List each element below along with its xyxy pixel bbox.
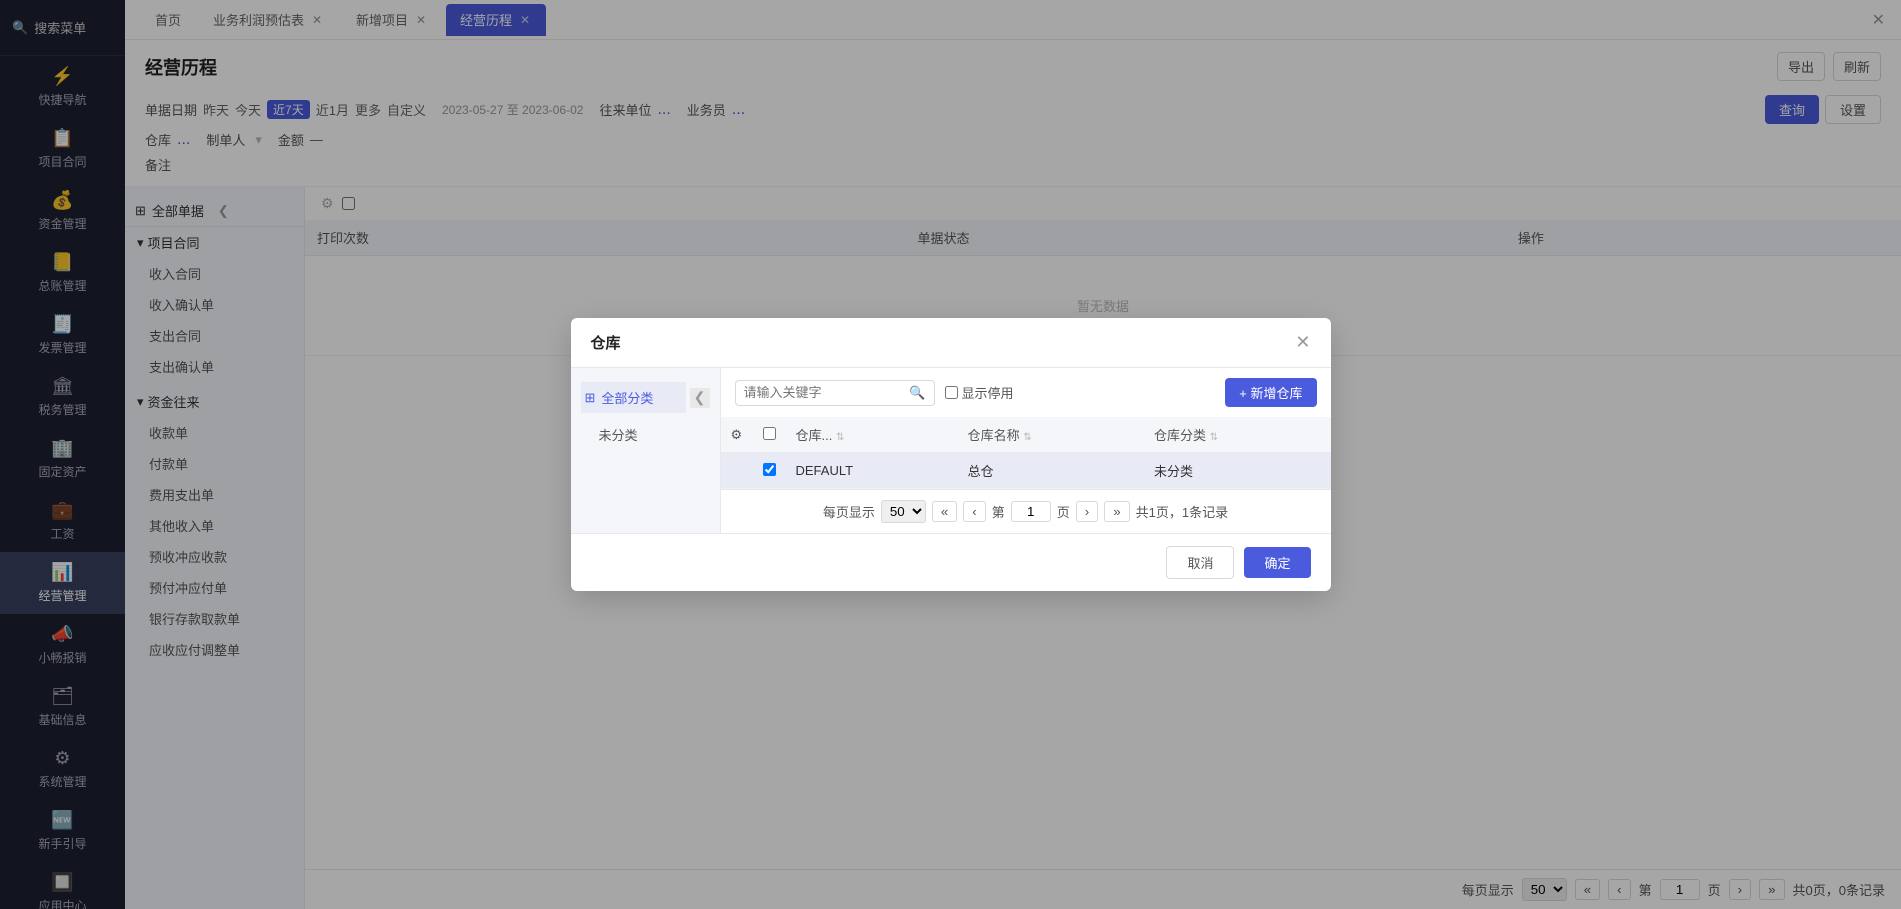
all-categories-label: 全部分类 — [601, 388, 653, 407]
table-row[interactable]: DEFAULT 总仓 未分类 — [721, 453, 1331, 489]
modal-nav-unclassified[interactable]: 未分类 — [571, 419, 720, 450]
modal-page-label: 第 — [992, 502, 1005, 521]
modal-last-page[interactable]: » — [1104, 501, 1129, 522]
show-disabled-label[interactable]: 显示停用 — [945, 383, 1014, 402]
modal-total-text: 共1页，1条记录 — [1136, 502, 1228, 521]
all-categories-icon: ⊞ — [585, 390, 596, 406]
modal-nav-all-categories[interactable]: ⊞ 全部分类 — [581, 382, 686, 413]
col-warehouse-name: 仓库名称 ⇅ — [958, 417, 1144, 453]
modal-page-suffix: 页 — [1057, 502, 1070, 521]
modal-nav-collapse-btn[interactable]: ❮ — [690, 388, 710, 408]
modal-right-content: 🔍 显示停用 + 新增仓库 ⚙ 仓库... ⇅ — [721, 368, 1331, 533]
add-warehouse-button[interactable]: + 新增仓库 — [1225, 378, 1316, 407]
sort-icon-name: ⇅ — [1023, 432, 1031, 443]
modal-body: ⊞ 全部分类 ❮ 未分类 🔍 显示 — [571, 368, 1331, 533]
col-warehouse-code: 仓库... ⇅ — [786, 417, 958, 453]
modal-per-page-select[interactable]: 50 — [881, 500, 926, 523]
modal-first-page[interactable]: « — [932, 501, 957, 522]
modal-close-button[interactable]: ✕ — [1295, 332, 1310, 353]
col-warehouse-category: 仓库分类 ⇅ — [1144, 417, 1330, 453]
modal-left-nav: ⊞ 全部分类 ❮ 未分类 — [571, 368, 721, 533]
modal-table: ⚙ 仓库... ⇅ 仓库名称 ⇅ 仓库分类 ⇅ DEFAU — [721, 417, 1331, 489]
modal-table-wrap: ⚙ 仓库... ⇅ 仓库名称 ⇅ 仓库分类 ⇅ DEFAU — [721, 417, 1331, 489]
modal-select-all[interactable] — [763, 427, 776, 440]
modal-header: 仓库 ✕ — [571, 318, 1331, 368]
modal-search-input[interactable] — [744, 385, 904, 400]
modal-title: 仓库 — [591, 332, 621, 353]
modal-next-page[interactable]: › — [1076, 501, 1098, 522]
col-gear[interactable]: ⚙ — [721, 417, 753, 453]
row-code-cell: DEFAULT — [786, 453, 958, 489]
warehouse-modal: 仓库 ✕ ⊞ 全部分类 ❮ 未分类 — [571, 318, 1331, 591]
gear-icon[interactable]: ⚙ — [731, 427, 743, 442]
show-disabled-text: 显示停用 — [962, 383, 1014, 402]
show-disabled-checkbox[interactable] — [945, 386, 958, 399]
row-checkbox[interactable] — [763, 463, 776, 476]
cancel-button[interactable]: 取消 — [1166, 546, 1234, 579]
modal-page-input[interactable] — [1011, 501, 1051, 522]
modal-overlay[interactable]: 仓库 ✕ ⊞ 全部分类 ❮ 未分类 — [0, 0, 1901, 909]
row-category-cell: 未分类 — [1144, 453, 1330, 489]
col-checkbox[interactable] — [753, 417, 786, 453]
modal-search-icon[interactable]: 🔍 — [909, 385, 925, 401]
row-checkbox-cell[interactable] — [753, 453, 786, 489]
confirm-button[interactable]: 确定 — [1244, 547, 1310, 578]
modal-pagination: 每页显示 50 « ‹ 第 页 › » 共1页，1条记录 — [721, 489, 1331, 533]
row-name-cell: 总仓 — [958, 453, 1144, 489]
modal-per-page-label: 每页显示 — [823, 502, 875, 521]
modal-toolbar: 🔍 显示停用 + 新增仓库 — [721, 368, 1331, 417]
modal-prev-page[interactable]: ‹ — [963, 501, 985, 522]
modal-search-box[interactable]: 🔍 — [735, 380, 935, 406]
modal-footer: 取消 确定 — [571, 533, 1331, 591]
sort-icon-code: ⇅ — [836, 432, 844, 443]
sort-icon-category: ⇅ — [1210, 432, 1218, 443]
row-gear-cell — [721, 453, 753, 489]
